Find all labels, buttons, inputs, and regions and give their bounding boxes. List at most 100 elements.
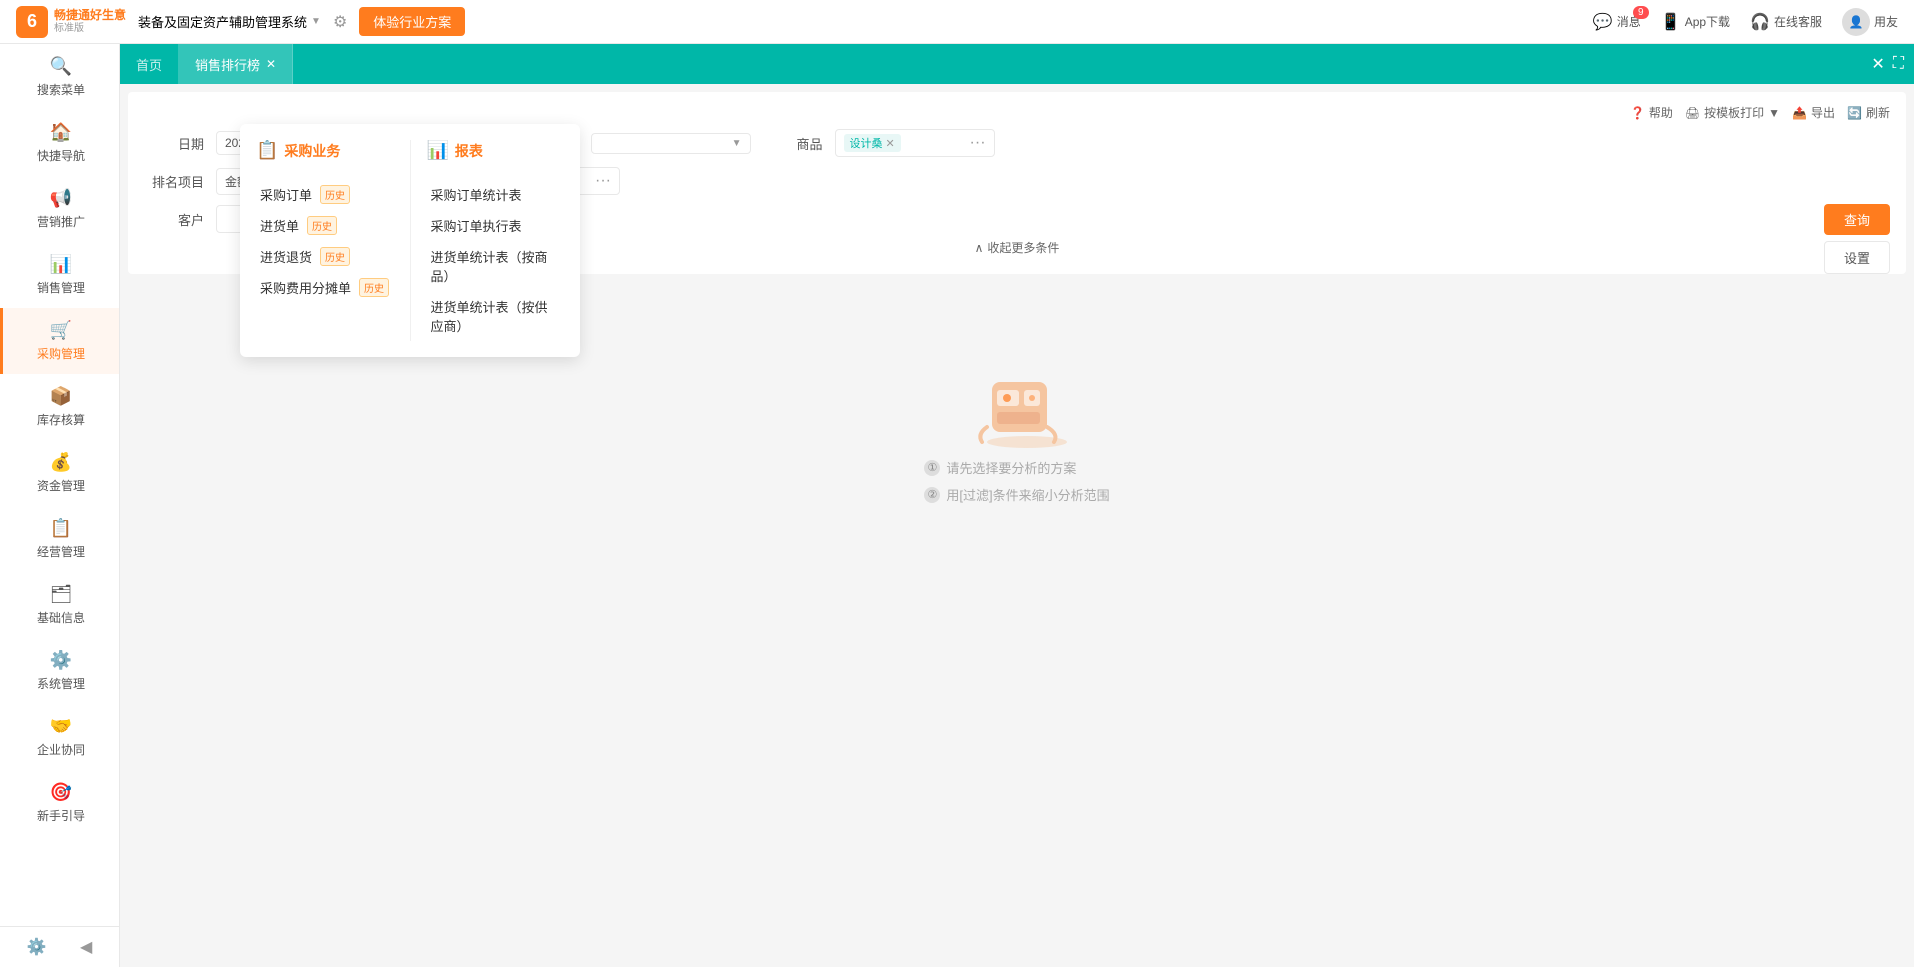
export-btn[interactable]: 📤 导出 bbox=[1792, 104, 1835, 121]
tab-maximize-btn[interactable]: ⛶ bbox=[1893, 55, 1904, 73]
top-header-left: 6 畅捷通好生意 标准版 装备及固定资产辅助管理系统 ▼ ⚙ 体验行业方案 bbox=[16, 6, 465, 38]
print-btn[interactable]: 🖨 按模板打印 ▼ bbox=[1685, 104, 1780, 121]
sidebar-label-enterprise: 企业协同 bbox=[37, 741, 85, 758]
logo-main: 畅捷通好生意 bbox=[54, 8, 126, 22]
collapse-btn[interactable]: ∧ 收起更多条件 bbox=[975, 239, 1060, 256]
goods-field-dots: ··· bbox=[970, 134, 986, 152]
user-label: 用友 bbox=[1874, 13, 1898, 30]
sidebar-collapse-btn[interactable]: ◀ bbox=[80, 937, 92, 957]
tab-home-label: 首页 bbox=[136, 55, 162, 74]
user-avatar: 👤 bbox=[1842, 8, 1870, 36]
sidebar-settings-btn[interactable]: ⚙️ bbox=[27, 937, 47, 957]
system-title-area[interactable]: 装备及固定资产辅助管理系统 ▼ bbox=[138, 12, 321, 31]
salesperson-dots: ··· bbox=[595, 172, 611, 190]
sidebar-label-quick-nav: 快捷导航 bbox=[37, 147, 85, 164]
content-area: 首页 销售排行榜 ✕ ✕ ⛶ � bbox=[120, 44, 1914, 967]
newbie-icon: 🎯 bbox=[50, 782, 72, 803]
system-settings-icon[interactable]: ⚙ bbox=[333, 12, 347, 32]
empty-hint-1: ① 请先选择要分析的方案 bbox=[924, 458, 1076, 477]
tab-sales-rank[interactable]: 销售排行榜 ✕ bbox=[179, 44, 293, 84]
sidebar-item-enterprise[interactable]: 🤝 企业协同 bbox=[0, 704, 119, 770]
sidebar-item-search[interactable]: 🔍 搜索菜单 bbox=[0, 44, 119, 110]
purchase-order-exec-item[interactable]: 采购订单执行表 bbox=[427, 210, 565, 241]
app-container: 6 畅捷通好生意 标准版 装备及固定资产辅助管理系统 ▼ ⚙ 体验行业方案 💬 … bbox=[0, 0, 1914, 967]
sidebar-item-inventory[interactable]: 📦 库存核算 bbox=[0, 374, 119, 440]
industry-button[interactable]: 体验行业方案 bbox=[359, 7, 465, 36]
app-download-action[interactable]: 📱 App下载 bbox=[1661, 12, 1730, 32]
tab-close-all-btn[interactable]: ✕ bbox=[1871, 54, 1884, 74]
query-button[interactable]: 查询 bbox=[1824, 204, 1890, 235]
business-section-label: 采购业务 bbox=[284, 141, 340, 161]
doc-status-chevron: ▼ bbox=[732, 138, 742, 149]
empty-illustration bbox=[967, 362, 1087, 452]
purchase-receipt-label: 进货单 bbox=[260, 216, 299, 235]
purchase-expense-label: 采购费用分摊单 bbox=[260, 278, 351, 297]
purchase-icon: 🛒 bbox=[50, 320, 72, 341]
sidebar-item-finance[interactable]: 💰 资金管理 bbox=[0, 440, 119, 506]
purchase-return-label: 进货退货 bbox=[260, 247, 312, 266]
goods-tag: 设计桑 ✕ bbox=[844, 134, 901, 152]
tab-sales-rank-close[interactable]: ✕ bbox=[266, 57, 276, 71]
sidebar-item-basic-info[interactable]: 🗂 基础信息 bbox=[0, 572, 119, 638]
home-icon: 🏠 bbox=[50, 122, 72, 143]
app-download-icon: 📱 bbox=[1661, 12, 1681, 32]
online-service-action[interactable]: 🎧 在线客服 bbox=[1750, 12, 1822, 32]
top-header: 6 畅捷通好生意 标准版 装备及固定资产辅助管理系统 ▼ ⚙ 体验行业方案 💬 … bbox=[0, 0, 1914, 44]
business-section-icon: 📋 bbox=[256, 140, 278, 161]
collapse-icon: ∧ bbox=[975, 241, 984, 255]
refresh-btn[interactable]: 🔄 刷新 bbox=[1847, 104, 1890, 121]
message-badge: 9 bbox=[1633, 6, 1649, 19]
online-service-icon: 🎧 bbox=[1750, 12, 1770, 32]
search-icon: 🔍 bbox=[50, 56, 72, 77]
report-section-title: 📊 报表 bbox=[427, 140, 565, 167]
top-header-right: 💬 消息 9 📱 App下载 🎧 在线客服 👤 用友 bbox=[1593, 8, 1898, 36]
user-action[interactable]: 👤 用友 bbox=[1842, 8, 1898, 36]
purchase-order-exec-label: 采购订单执行表 bbox=[431, 216, 522, 235]
sidebar-label-newbie: 新手引导 bbox=[37, 807, 85, 824]
purchase-receipt-item[interactable]: 进货单 历史 bbox=[256, 210, 394, 241]
sidebar-item-sales[interactable]: 📊 销售管理 bbox=[0, 242, 119, 308]
purchase-expense-item[interactable]: 采购费用分摊单 历史 bbox=[256, 272, 394, 303]
purchase-order-stats-item[interactable]: 采购订单统计表 bbox=[427, 179, 565, 210]
logo-icon: 6 bbox=[16, 6, 48, 38]
main-layout: 🔍 搜索菜单 🏠 快捷导航 📢 营销推广 📊 销售管理 🛒 采购管理 📦 bbox=[0, 44, 1914, 967]
goods-field[interactable]: 设计桑 ✕ ··· bbox=[835, 129, 995, 157]
basic-info-icon: 🗂 bbox=[50, 584, 73, 605]
purchase-supplier-stats-item[interactable]: 进货单统计表（按供应商） bbox=[427, 291, 565, 341]
sidebar-label-system: 系统管理 bbox=[37, 675, 85, 692]
purchase-goods-stats-item[interactable]: 进货单统计表（按商品） bbox=[427, 241, 565, 291]
refresh-icon: 🔄 bbox=[1847, 106, 1862, 120]
doc-status-field[interactable]: ▼ bbox=[591, 133, 751, 154]
purchase-order-item[interactable]: 采购订单 历史 bbox=[256, 179, 394, 210]
goods-tag-text: 设计桑 bbox=[850, 135, 883, 151]
sidebar-footer: ⚙️ ◀ bbox=[0, 926, 119, 967]
help-icon: ❓ bbox=[1630, 106, 1645, 120]
setting-button[interactable]: 设置 bbox=[1824, 241, 1890, 274]
tab-sales-rank-label: 销售排行榜 bbox=[195, 55, 260, 74]
customer-label: 客户 bbox=[144, 210, 204, 229]
tab-home[interactable]: 首页 bbox=[120, 44, 179, 84]
purchase-dropdown-menu: 📋 采购业务 采购订单 历史 进货单 历史 进货退货 bbox=[240, 124, 580, 357]
system-icon: ⚙️ bbox=[50, 650, 72, 671]
print-dropdown-icon: ▼ bbox=[1768, 106, 1780, 120]
sidebar-item-purchase[interactable]: 🛒 采购管理 bbox=[0, 308, 119, 374]
purchase-return-badge: 历史 bbox=[320, 247, 350, 266]
date-label: 日期 bbox=[144, 134, 204, 153]
help-btn[interactable]: ❓ 帮助 bbox=[1630, 104, 1673, 121]
finance-icon: 💰 bbox=[50, 452, 72, 473]
inventory-icon: 📦 bbox=[50, 386, 72, 407]
purchase-return-item[interactable]: 进货退货 历史 bbox=[256, 241, 394, 272]
message-action[interactable]: 💬 消息 9 bbox=[1593, 12, 1641, 32]
purchase-report-section: 📊 报表 采购订单统计表 采购订单执行表 进货单统计表（按商品） bbox=[427, 140, 565, 341]
print-icon: 🖨 bbox=[1685, 106, 1700, 120]
sidebar-item-newbie[interactable]: 🎯 新手引导 bbox=[0, 770, 119, 836]
sidebar-item-system[interactable]: ⚙️ 系统管理 bbox=[0, 638, 119, 704]
logo-text: 畅捷通好生意 标准版 bbox=[54, 8, 126, 34]
marketing-icon: 📢 bbox=[50, 188, 72, 209]
sidebar-item-operations[interactable]: 📋 经营管理 bbox=[0, 506, 119, 572]
report-section-icon: 📊 bbox=[427, 140, 449, 161]
sidebar-item-marketing[interactable]: 📢 营销推广 bbox=[0, 176, 119, 242]
goods-tag-remove[interactable]: ✕ bbox=[886, 137, 895, 150]
sidebar-item-quick-nav[interactable]: 🏠 快捷导航 bbox=[0, 110, 119, 176]
report-section-label: 报表 bbox=[455, 141, 483, 161]
